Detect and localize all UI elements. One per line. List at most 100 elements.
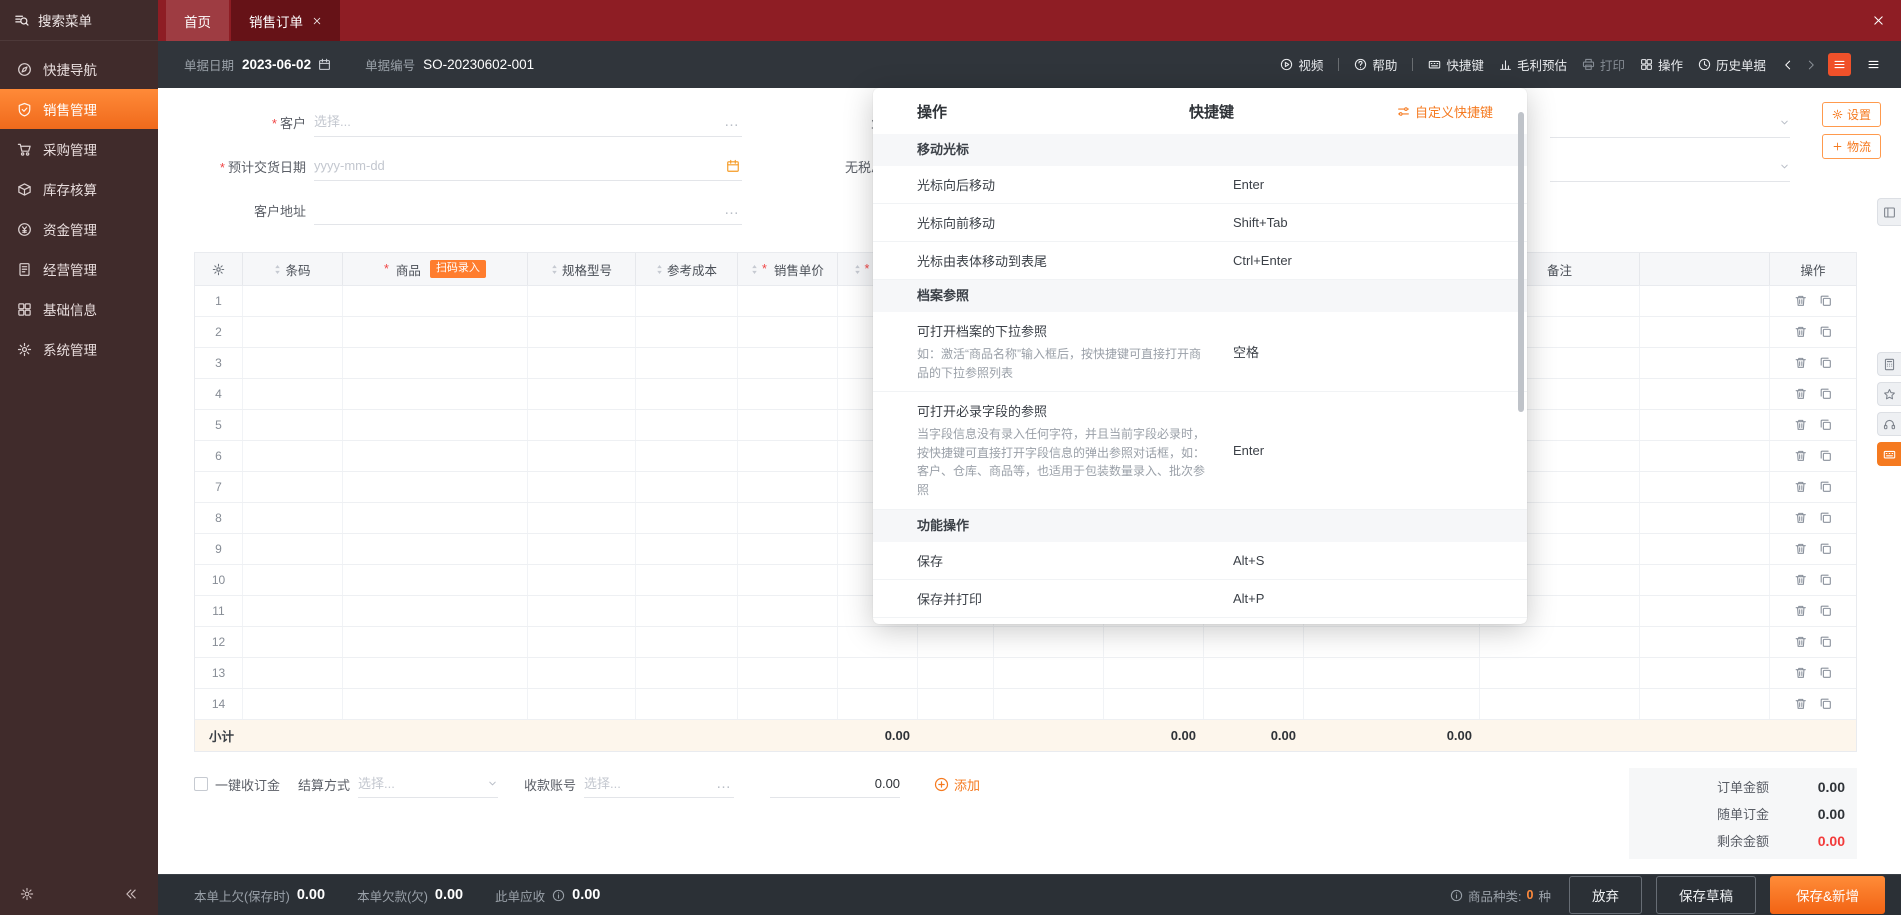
cell-barcode[interactable] <box>243 596 343 626</box>
account-input[interactable] <box>584 776 715 791</box>
copy-row-icon[interactable] <box>1819 387 1833 401</box>
cell-ref-cost[interactable] <box>636 534 738 564</box>
sidebar-search-menu[interactable]: 搜索菜单 <box>0 0 158 41</box>
cell-quantity[interactable] <box>838 658 918 688</box>
delete-row-icon[interactable] <box>1794 325 1808 339</box>
sidebar-item-sales[interactable]: 销售管理 <box>0 89 158 129</box>
copy-row-icon[interactable] <box>1819 666 1833 680</box>
cell-spec-model[interactable] <box>528 379 636 409</box>
delete-row-icon[interactable] <box>1794 666 1808 680</box>
cell-col-14[interactable] <box>1640 534 1770 564</box>
scan-entry-badge[interactable]: 扫码录入 <box>429 260 486 278</box>
menu-button[interactable] <box>1862 53 1885 76</box>
cell-col-14[interactable] <box>1640 596 1770 626</box>
logistics-button[interactable]: 物流 <box>1821 134 1881 159</box>
star-edge-button[interactable] <box>1877 382 1901 406</box>
address-more-icon[interactable]: … <box>722 202 742 217</box>
column-header-sale-price[interactable]: * 销售单价 <box>738 253 838 285</box>
cell-product[interactable] <box>343 596 528 626</box>
cell-sale-price[interactable] <box>738 317 838 347</box>
sort-icon[interactable] <box>854 264 861 275</box>
sort-icon[interactable] <box>751 264 758 275</box>
column-header-barcode[interactable]: 条码 <box>243 253 343 285</box>
cell-ref-cost[interactable] <box>636 472 738 502</box>
address-field[interactable]: … <box>314 195 742 225</box>
cell-barcode[interactable] <box>243 503 343 533</box>
cell-barcode[interactable] <box>243 658 343 688</box>
cell-sale-price[interactable] <box>738 503 838 533</box>
tab-sales-order[interactable]: 销售订单 <box>231 0 340 41</box>
list-view-button[interactable] <box>1828 53 1851 76</box>
column-header-col-14[interactable] <box>1640 253 1770 285</box>
cell-product[interactable] <box>343 410 528 440</box>
cell-sale-price[interactable] <box>738 658 838 688</box>
cell-barcode[interactable] <box>243 565 343 595</box>
cell-col-11[interactable] <box>1204 689 1304 719</box>
cell-spec-model[interactable] <box>528 348 636 378</box>
delivery-date-input[interactable] <box>314 151 724 180</box>
sort-icon[interactable] <box>656 264 663 275</box>
cell-sale-price[interactable] <box>738 379 838 409</box>
copy-row-icon[interactable] <box>1819 294 1833 308</box>
cell-sale-price[interactable] <box>738 441 838 471</box>
cell-spec-model[interactable] <box>528 441 636 471</box>
cell-col-9[interactable] <box>994 658 1104 688</box>
tool-video[interactable]: 视频 <box>1280 55 1323 74</box>
cell-col-10[interactable] <box>1104 689 1204 719</box>
cell-spec-model[interactable] <box>528 317 636 347</box>
delete-row-icon[interactable] <box>1794 635 1808 649</box>
cell-sale-price[interactable] <box>738 348 838 378</box>
cell-product[interactable] <box>343 317 528 347</box>
settle-method-input[interactable] <box>358 776 488 791</box>
cell-spec-model[interactable] <box>528 286 636 316</box>
edge-panel-tab[interactable] <box>1877 198 1901 226</box>
sidebar-item-purchase[interactable]: 采购管理 <box>0 129 158 169</box>
account-select[interactable]: … <box>584 770 735 798</box>
delete-row-icon[interactable] <box>1794 387 1808 401</box>
delete-row-icon[interactable] <box>1794 418 1808 432</box>
delete-row-icon[interactable] <box>1794 294 1808 308</box>
cell-product[interactable] <box>343 472 528 502</box>
cell-product[interactable] <box>343 534 528 564</box>
delivery-date-field[interactable] <box>314 151 742 181</box>
column-header-product[interactable]: * 商品 扫码录入 <box>343 253 528 285</box>
copy-row-icon[interactable] <box>1819 635 1833 649</box>
cell-col-12[interactable] <box>1304 627 1480 657</box>
cell-sale-price[interactable] <box>738 286 838 316</box>
cell-sale-price[interactable] <box>738 472 838 502</box>
deposit-amount-field[interactable]: 0.00 <box>770 770 901 798</box>
cell-sale-price[interactable] <box>738 627 838 657</box>
one-click-deposit-checkbox[interactable] <box>194 777 208 791</box>
address-input[interactable] <box>314 195 722 224</box>
cell-spec-model[interactable] <box>528 596 636 626</box>
copy-row-icon[interactable] <box>1819 697 1833 711</box>
sidebar-item-business[interactable]: 经营管理 <box>0 249 158 289</box>
cell-col-14[interactable] <box>1640 472 1770 502</box>
copy-row-icon[interactable] <box>1819 511 1833 525</box>
save-new-button[interactable]: 保存&新增 <box>1769 876 1885 914</box>
delete-row-icon[interactable] <box>1794 697 1808 711</box>
cell-col-12[interactable] <box>1304 658 1480 688</box>
account-more-icon[interactable]: … <box>714 776 734 791</box>
cell-ref-cost[interactable] <box>636 286 738 316</box>
right-select-1[interactable] <box>1550 108 1790 138</box>
cell-spec-model[interactable] <box>528 689 636 719</box>
cell-col-11[interactable] <box>1204 658 1304 688</box>
sidebar-item-base-info[interactable]: 基础信息 <box>0 289 158 329</box>
cell-col-14[interactable] <box>1640 627 1770 657</box>
cell-ref-cost[interactable] <box>636 689 738 719</box>
cell-col-8[interactable] <box>918 627 994 657</box>
keyboard-edge-button[interactable] <box>1877 442 1901 466</box>
cell-col-14[interactable] <box>1640 317 1770 347</box>
cell-product[interactable] <box>343 286 528 316</box>
column-header-spec-model[interactable]: 规格型号 <box>528 253 636 285</box>
column-header-ops[interactable]: 操作 <box>1770 253 1856 285</box>
tab-home[interactable]: 首页 <box>166 0 229 41</box>
cell-sale-price[interactable] <box>738 534 838 564</box>
doc-date-value[interactable]: 2023-06-02 <box>242 57 311 72</box>
cell-quantity[interactable] <box>838 689 918 719</box>
cell-sale-price[interactable] <box>738 565 838 595</box>
gear-icon[interactable] <box>212 263 225 276</box>
sidebar-item-system[interactable]: 系统管理 <box>0 329 158 369</box>
cell-barcode[interactable] <box>243 689 343 719</box>
